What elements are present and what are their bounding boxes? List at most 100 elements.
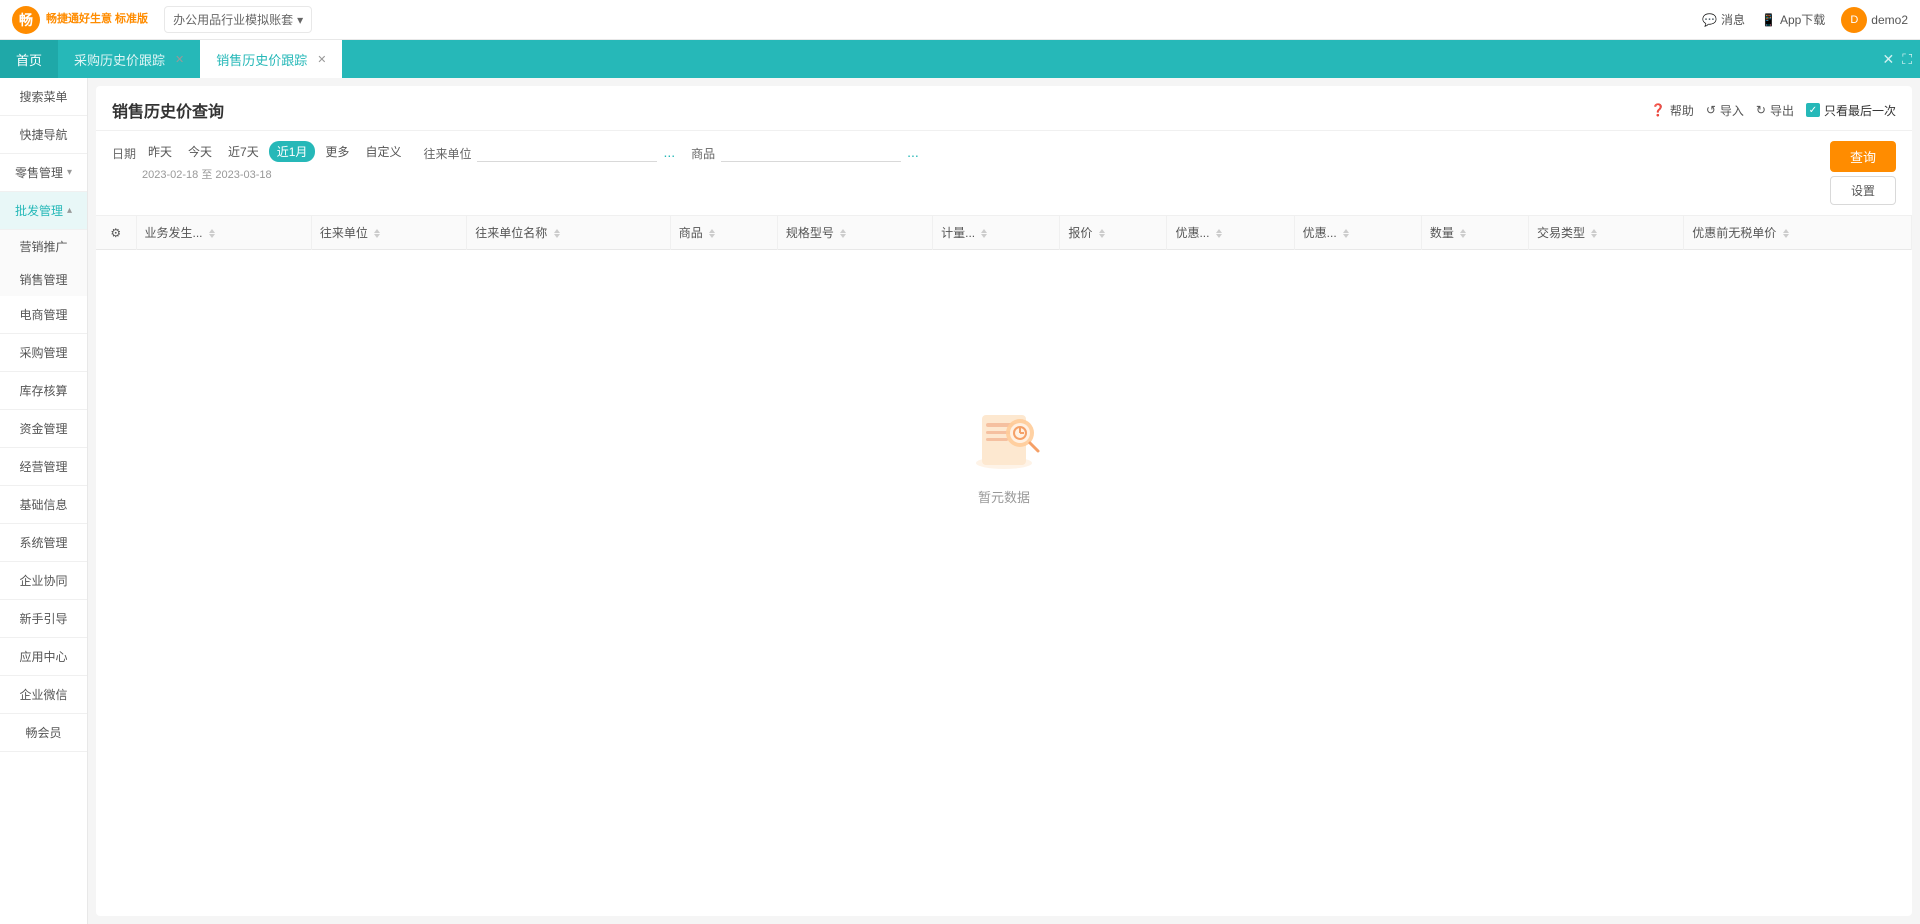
sidebar-item-label: 资金管理 [19, 420, 67, 437]
date-btn-today[interactable]: 今天 [182, 141, 218, 162]
help-button[interactable]: ❓ 帮助 [1651, 102, 1694, 119]
query-button[interactable]: 查询 [1830, 141, 1896, 172]
sidebar-item-label: 电商管理 [19, 306, 67, 323]
sidebar-item-quick-nav[interactable]: 快捷导航 [0, 116, 87, 154]
logo-icon: 畅 [12, 6, 40, 34]
tab-close-sales[interactable]: ✕ [317, 53, 326, 66]
table-col-gear[interactable]: ⚙ [96, 216, 136, 250]
table-col-trade-type[interactable]: 交易类型 [1528, 216, 1683, 250]
table-col-discount2[interactable]: 优惠... [1294, 216, 1421, 250]
content-area: 销售历史价查询 ❓ 帮助 ↺ 导入 ↻ 导出 ✓ [88, 78, 1920, 924]
top-header: 畅 畅捷通好生意 标准版 办公用品行业模拟账套 ▾ 💬 消息 📱 App下载 D… [0, 0, 1920, 40]
header-left: 畅 畅捷通好生意 标准版 办公用品行业模拟账套 ▾ [12, 6, 312, 34]
sidebar-item-wholesale-mgmt[interactable]: 批发管理 ▴ [0, 192, 87, 230]
table-col-quote[interactable]: 报价 [1060, 216, 1167, 250]
partner-dots[interactable]: ... [663, 144, 675, 160]
product-dots[interactable]: ... [907, 144, 919, 160]
sidebar-item-label: 企业协同 [19, 572, 67, 589]
filter-btn-group: 查询 设置 [1830, 141, 1896, 205]
date-btn-yesterday[interactable]: 昨天 [142, 141, 178, 162]
purchase-history-tab-label: 采购历史价跟踪 [74, 50, 165, 69]
sidebar-item-retail-mgmt[interactable]: 零售管理 ▾ [0, 154, 87, 192]
table-col-unit[interactable]: 计量... [933, 216, 1060, 250]
sales-history-tab-label: 销售历史价跟踪 [216, 50, 307, 69]
date-buttons: 昨天 今天 近7天 近1月 更多 自定义 2023-02-18 至 2023-0… [142, 141, 407, 182]
table-container: ⚙ 业务发生... 往来单位 往来单位名称 [96, 216, 1912, 916]
download-icon: 📱 [1761, 13, 1776, 27]
product-filter-group: 商品 ... [691, 141, 919, 162]
main-layout: 搜索菜单 快捷导航 零售管理 ▾ 批发管理 ▴ 营销推广 销售管理 电商管理 采… [0, 78, 1920, 924]
close-window-icon[interactable]: ✕ [1882, 51, 1894, 68]
tab-purchase-history[interactable]: 采购历史价跟踪 ✕ [58, 40, 200, 78]
sidebar-item-label: 销售管理 [19, 273, 67, 287]
sidebar-item-finance-mgmt[interactable]: 资金管理 [0, 410, 87, 448]
settings-button[interactable]: 设置 [1830, 176, 1896, 205]
empty-state: 暂元数据 [96, 250, 1912, 650]
partner-input-group: ... [477, 141, 675, 162]
app-selector[interactable]: 办公用品行业模拟账套 ▾ [164, 6, 312, 33]
import-button[interactable]: ↺ 导入 [1706, 102, 1744, 119]
table-col-quantity[interactable]: 数量 [1421, 216, 1528, 250]
sidebar-item-ops-mgmt[interactable]: 经营管理 [0, 448, 87, 486]
date-btn-7days[interactable]: 近7天 [222, 141, 265, 162]
table-col-pre-tax-price[interactable]: 优惠前无税单价 [1684, 216, 1912, 250]
date-btn-more[interactable]: 更多 [319, 141, 355, 162]
date-btn-1month[interactable]: 近1月 [269, 141, 316, 162]
tab-close-purchase[interactable]: ✕ [175, 53, 184, 66]
sidebar-item-label: 系统管理 [19, 534, 67, 551]
table-col-partner-code[interactable]: 往来单位 [311, 216, 466, 250]
only-last-checkbox[interactable]: ✓ 只看最后一次 [1806, 102, 1896, 119]
sidebar-item-marketing-promo[interactable]: 营销推广 [0, 230, 87, 263]
user-name: demo2 [1871, 13, 1908, 27]
date-range-text: 2023-02-18 至 2023-03-18 [142, 166, 407, 182]
sidebar-item-newbie-guide[interactable]: 新手引导 [0, 600, 87, 638]
product-input-group: ... [721, 141, 919, 162]
sidebar-item-enterprise-wechat[interactable]: 企业微信 [0, 676, 87, 714]
product-filter-label: 商品 [691, 141, 715, 162]
sidebar-item-ecom-mgmt[interactable]: 电商管理 [0, 296, 87, 334]
message-icon: 💬 [1702, 13, 1717, 27]
tab-home[interactable]: 首页 [0, 40, 58, 78]
empty-state-icon [964, 395, 1044, 475]
partner-filter-group: 往来单位 ... [423, 141, 675, 162]
filter-bar: 日期 昨天 今天 近7天 近1月 更多 自定义 2023-02-18 至 202… [96, 131, 1912, 216]
tab-sales-history[interactable]: 销售历史价跟踪 ✕ [200, 40, 342, 78]
product-input[interactable] [721, 141, 901, 162]
page-content: 销售历史价查询 ❓ 帮助 ↺ 导入 ↻ 导出 ✓ [96, 86, 1912, 916]
logo-text: 畅捷通好生意 标准版 [46, 12, 148, 26]
empty-text: 暂元数据 [978, 487, 1030, 506]
sidebar-item-label: 新手引导 [19, 610, 67, 627]
user-profile[interactable]: D demo2 [1841, 7, 1908, 33]
sidebar-item-inventory[interactable]: 库存核算 [0, 372, 87, 410]
table-col-product[interactable]: 商品 [670, 216, 777, 250]
sidebar-item-purchase-mgmt[interactable]: 采购管理 [0, 334, 87, 372]
sidebar-item-enterprise-collab[interactable]: 企业协同 [0, 562, 87, 600]
message-label: 消息 [1721, 11, 1745, 28]
sidebar-item-basic-info[interactable]: 基础信息 [0, 486, 87, 524]
tab-bar-right: ✕ ⛶ [1882, 51, 1920, 68]
sidebar-item-sales-mgmt[interactable]: 销售管理 [0, 263, 87, 296]
table-col-partner-name[interactable]: 往来单位名称 [467, 216, 671, 250]
sidebar-item-label: 企业微信 [19, 686, 67, 703]
sidebar-item-search-menu[interactable]: 搜索菜单 [0, 78, 87, 116]
sidebar-item-label: 库存核算 [19, 382, 67, 399]
message-action[interactable]: 💬 消息 [1702, 11, 1745, 28]
sidebar: 搜索菜单 快捷导航 零售管理 ▾ 批发管理 ▴ 营销推广 销售管理 电商管理 采… [0, 78, 88, 924]
table-col-spec[interactable]: 规格型号 [777, 216, 932, 250]
export-button[interactable]: ↻ 导出 [1756, 102, 1794, 119]
sidebar-item-label: 应用中心 [19, 648, 67, 665]
date-btn-custom[interactable]: 自定义 [359, 141, 407, 162]
sidebar-item-app-center[interactable]: 应用中心 [0, 638, 87, 676]
checkbox-icon: ✓ [1806, 103, 1820, 117]
sidebar-item-label: 经营管理 [19, 458, 67, 475]
sidebar-item-sys-mgmt[interactable]: 系统管理 [0, 524, 87, 562]
app-download-action[interactable]: 📱 App下载 [1761, 11, 1825, 28]
partner-input[interactable] [477, 141, 657, 162]
table-col-discount1[interactable]: 优惠... [1167, 216, 1294, 250]
date-filter-label: 日期 [112, 141, 136, 162]
data-table: ⚙ 业务发生... 往来单位 往来单位名称 [96, 216, 1912, 250]
maximize-icon[interactable]: ⛶ [1902, 51, 1912, 68]
table-col-biz-date[interactable]: 业务发生... [136, 216, 311, 250]
sidebar-item-member[interactable]: 畅会员 [0, 714, 87, 752]
import-label: 导入 [1720, 102, 1744, 119]
